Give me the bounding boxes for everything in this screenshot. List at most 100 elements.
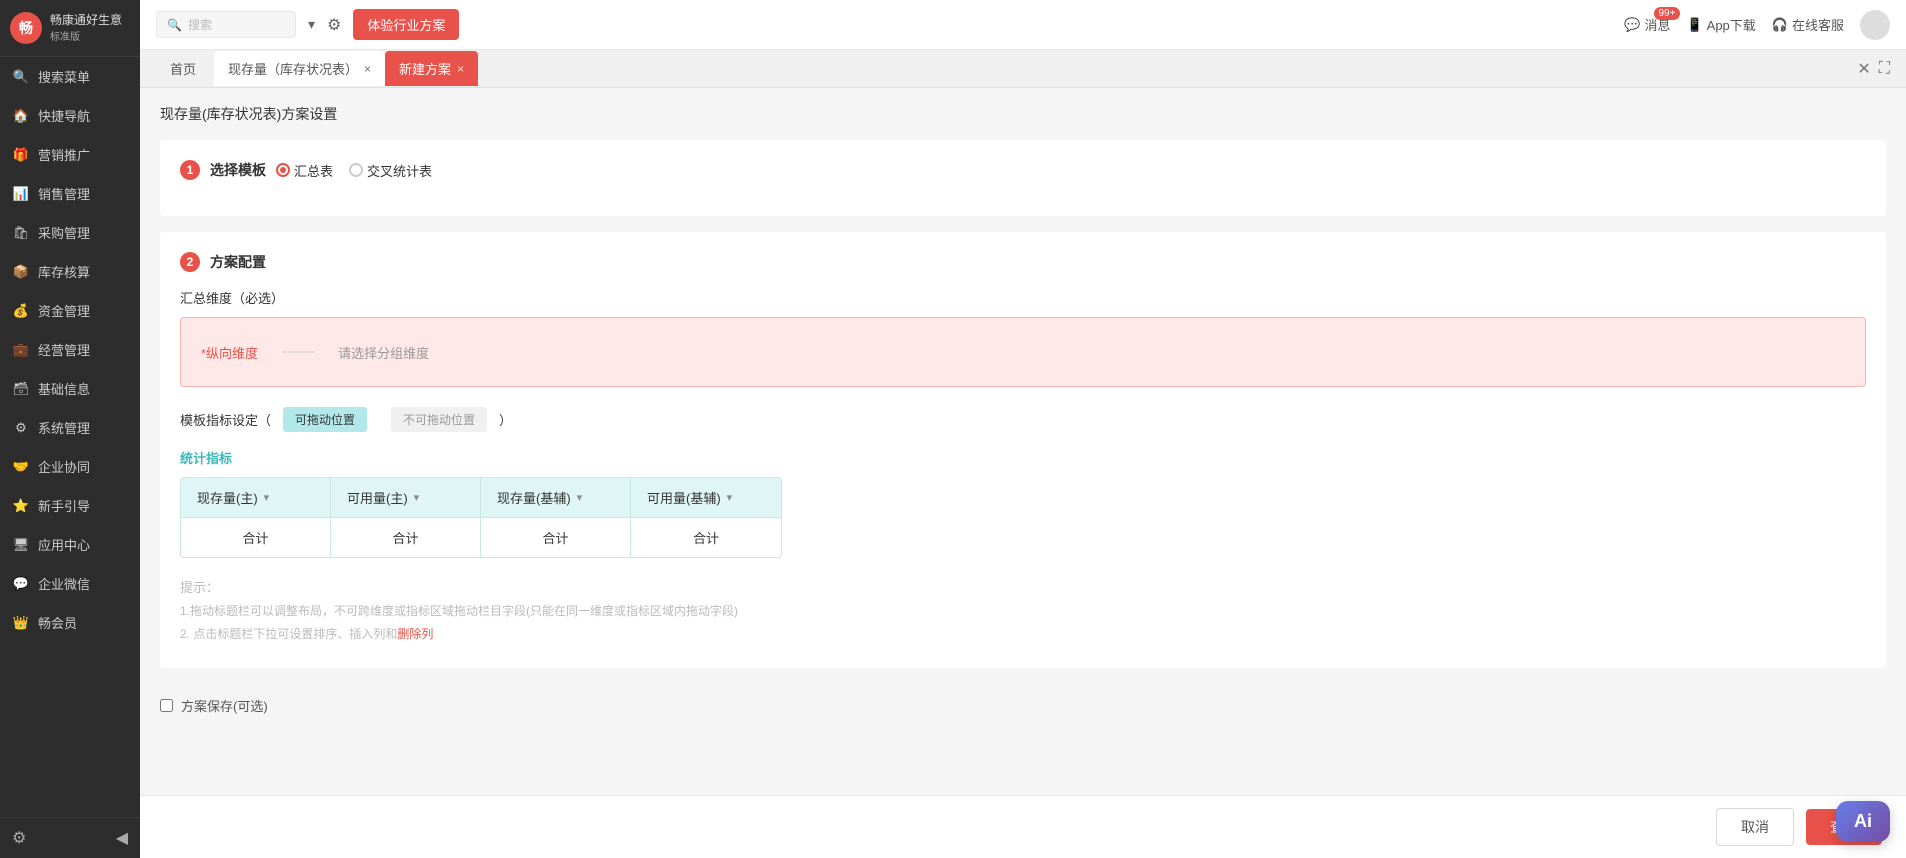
briefcase-icon: 💼 [12,341,30,359]
radio-summary-dot [276,163,290,177]
trial-industry-button[interactable]: 体验行业方案 [353,9,459,40]
window-close-btn[interactable]: ✕ [1857,59,1870,79]
search-icon: 🔍 [12,68,30,86]
sidebar-item-sales[interactable]: 📊 销售管理 [0,174,140,213]
topbar-gear-btn[interactable]: ⚙ [327,15,341,35]
template-radio-group: 汇总表 交叉统计表 [276,161,432,180]
sidebar-footer: ⚙ ◀ [0,817,140,858]
col3-label: 可用量(基辅) [647,488,721,507]
sidebar-item-inventory[interactable]: 📦 库存核算 [0,252,140,291]
sidebar-item-quicknav[interactable]: 🏠 快捷导航 [0,96,140,135]
bottom-bar: 取消 查询 [140,795,1906,858]
headset-icon: 🎧 [1772,17,1788,33]
tab-inventory-close[interactable]: × [364,62,371,76]
gift-icon: 🎁 [12,146,30,164]
sidebar-item-basic-info[interactable]: 🗃 基础信息 [0,369,140,408]
sidebar-item-member[interactable]: 👑 畅会员 [0,603,140,642]
indicators-row: 模板指标设定（ 可拖动位置 不可拖动位置 ） [180,407,1866,432]
radio-cross-table[interactable]: 交叉统计表 [349,161,432,180]
tab-new-close[interactable]: × [457,62,464,76]
section2-title: 方案配置 [210,252,266,272]
handshake-icon: 🤝 [12,458,30,476]
message-icon: 💬 [1624,17,1640,33]
ai-button[interactable]: Ai [1836,801,1890,842]
tab-home[interactable]: 首页 [156,51,210,86]
money-icon: 💰 [12,302,30,320]
col0-label: 现存量(主) [197,488,258,507]
save-checkbox[interactable] [160,699,173,712]
tab-inventory[interactable]: 现存量（库存状况表） × [214,51,385,86]
tips-title: 提示： [180,577,1866,596]
sidebar-item-guide[interactable]: ⭐ 新手引导 [0,486,140,525]
stats-label: 统计指标 [180,448,1866,467]
save-row: 方案保存(可选) [160,684,1886,727]
section2-num: 2 [180,252,200,272]
section1-header: 1 选择模板 汇总表 交叉统计表 [180,160,1866,180]
sidebar-item-wechat[interactable]: 💬 企业微信 [0,564,140,603]
stats-table: 现存量(主) ▾ 可用量(主) ▾ 现存量(基辅) ▾ 可用量(基辅) ▾ [180,477,782,558]
logo-text: 畅康通好生意 标准版 [50,13,122,44]
radio-summary-table[interactable]: 汇总表 [276,161,333,180]
draggable-indicator-tag: 可拖动位置 [283,407,367,432]
stats-header-col1[interactable]: 可用量(主) ▾ [331,478,481,517]
section-template: 1 选择模板 汇总表 交叉统计表 [160,140,1886,216]
dimension-box[interactable]: *纵向维度 —— 请选择分组维度 [180,317,1866,387]
sidebar-item-enterprise[interactable]: 🤝 企业协同 [0,447,140,486]
topbar-dropdown[interactable]: ▾ [308,16,315,33]
sidebar-item-system[interactable]: ⚙ 系统管理 [0,408,140,447]
settings-icon[interactable]: ⚙ [12,828,26,848]
stats-header-col2[interactable]: 现存量(基辅) ▾ [481,478,631,517]
star-icon: ⭐ [12,497,30,515]
section2-header: 2 方案配置 [180,252,1866,272]
main-area: 🔍 搜索 ▾ ⚙ 体验行业方案 💬 消息 99+ 📱 App下载 🎧 在线客服 [140,0,1906,858]
home-icon: 🏠 [12,107,30,125]
dimension-placeholder: 请选择分组维度 [338,343,429,362]
tips-item-0: 1.拖动标题栏可以调整布局，不可跨维度或指标区域拖动栏目字段(只能在同一维度或指… [180,602,1866,621]
chat-icon: 💬 [12,575,30,593]
dimension-dash: —— [282,343,314,361]
page-title: 现存量(库存状况表)方案设置 [160,104,1886,124]
sidebar-item-finance[interactable]: 💰 资金管理 [0,291,140,330]
topbar-right: 💬 消息 99+ 📱 App下载 🎧 在线客服 [1624,10,1890,40]
user-avatar[interactable] [1860,10,1890,40]
chart-icon: 📊 [12,185,30,203]
app-download-button[interactable]: 📱 App下载 [1686,15,1755,34]
col3-chevron: ▾ [727,491,733,504]
stats-cell-0-0: 合计 [181,518,331,557]
indicators-close2: ） [499,410,512,429]
sidebar-item-purchase[interactable]: 🛍 采购管理 [0,213,140,252]
col1-label: 可用量(主) [347,488,408,507]
customer-service-button[interactable]: 🎧 在线客服 [1772,15,1844,34]
download-icon: 📱 [1686,17,1702,33]
col0-chevron: ▾ [264,491,270,504]
monitor-icon: 🖥 [12,536,30,554]
stats-cell-0-3: 合计 [631,518,781,557]
tips-delete-link[interactable]: 删除列 [397,627,433,641]
stats-header-col0[interactable]: 现存量(主) ▾ [181,478,331,517]
tab-new-plan[interactable]: 新建方案 × [385,51,478,86]
sidebar-item-apps[interactable]: 🖥 应用中心 [0,525,140,564]
topbar: 🔍 搜索 ▾ ⚙ 体验行业方案 💬 消息 99+ 📱 App下载 🎧 在线客服 [140,0,1906,50]
messages-button[interactable]: 💬 消息 99+ [1624,15,1670,34]
tabbar: 首页 现存量（库存状况表） × 新建方案 × ✕ ⛶ [140,50,1906,88]
dimension-label: 汇总维度（必选） [180,288,1866,307]
stats-header-col3[interactable]: 可用量(基辅) ▾ [631,478,781,517]
window-expand-btn[interactable]: ⛶ [1879,60,1890,78]
collapse-icon[interactable]: ◀ [116,828,128,848]
dimension-required-label: *纵向维度 [201,343,258,362]
sidebar-item-search[interactable]: 🔍 搜索菜单 [0,57,140,96]
indicators-label: 模板指标设定（ [180,410,271,429]
sidebar-nav: 🔍 搜索菜单 🏠 快捷导航 🎁 营销推广 📊 销售管理 🛍 采购管理 📦 库存核… [0,57,140,817]
cancel-button[interactable]: 取消 [1716,808,1794,846]
sidebar: 畅 畅康通好生意 标准版 🔍 搜索菜单 🏠 快捷导航 🎁 营销推广 📊 销售管理… [0,0,140,858]
sidebar-item-marketing[interactable]: 🎁 营销推广 [0,135,140,174]
box-icon: 📦 [12,263,30,281]
window-controls: ✕ ⛶ [1857,59,1890,79]
crown-icon: 👑 [12,614,30,632]
tips-item-1: 2. 点击标题栏下拉可设置排序、插入列和删除列 [180,625,1866,644]
non-draggable-indicator-tag: 不可拖动位置 [391,407,487,432]
sidebar-item-operations[interactable]: 💼 经营管理 [0,330,140,369]
section-config: 2 方案配置 汇总维度（必选） *纵向维度 —— 请选择分组维度 模板指标设定（… [160,232,1886,668]
bag-icon: 🛍 [12,224,30,242]
topbar-search[interactable]: 🔍 搜索 [156,11,296,38]
